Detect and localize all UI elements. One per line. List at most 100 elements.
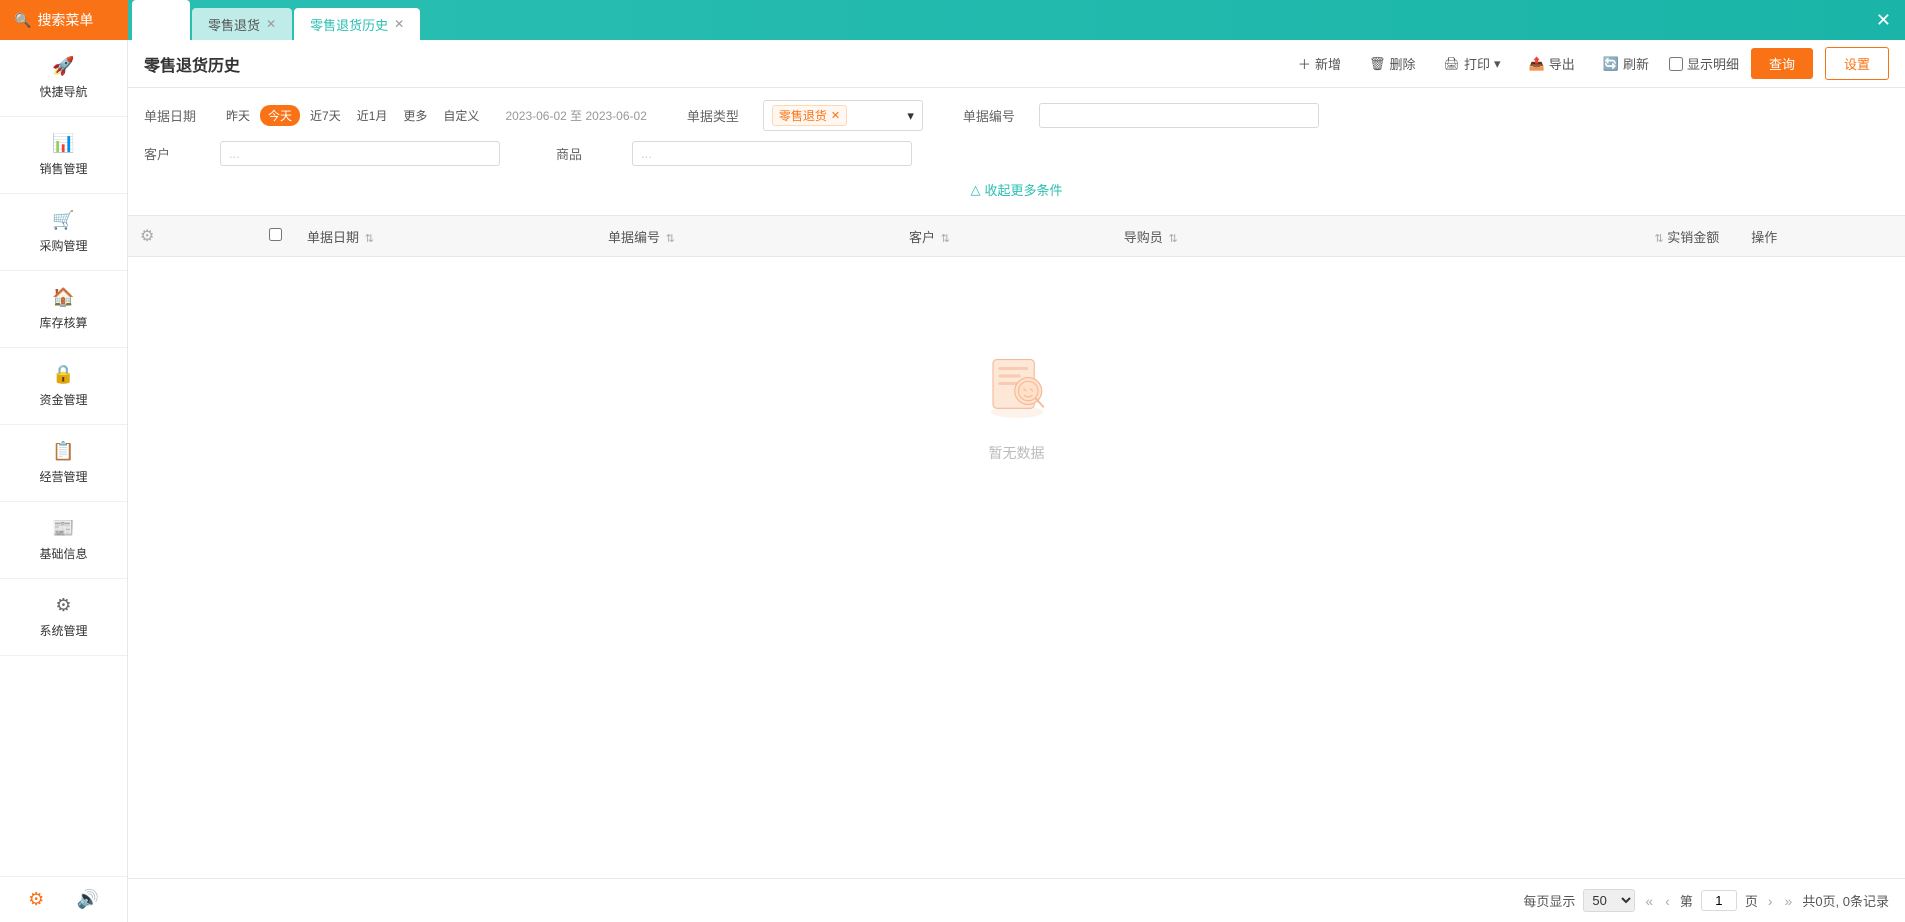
export-icon: 📤 (1529, 56, 1545, 72)
collapse-btn[interactable]: △ 收起更多条件 (144, 176, 1889, 203)
tab-retail-return-close[interactable]: ✕ (266, 17, 276, 31)
show-detail-label: 显示明细 (1669, 54, 1739, 73)
sidebar-item-sales[interactable]: 📊 销售管理 (0, 117, 127, 194)
date-filter-label: 单据日期 (144, 106, 204, 125)
sort-customer-icon: ⇅ (941, 233, 950, 245)
table-col-doc-date-label: 单据日期 (307, 230, 359, 245)
sidebar-item-operations[interactable]: 📋 经营管理 (0, 425, 127, 502)
show-detail-checkbox[interactable] (1669, 57, 1683, 71)
next-page-btn[interactable]: › (1766, 893, 1775, 909)
select-all-checkbox[interactable] (269, 228, 282, 241)
page-size-select[interactable]: 50 100 200 (1583, 889, 1635, 912)
table-header-row: ⚙ 单据日期 ⇅ 单据编号 ⇅ 客户 (128, 216, 1905, 257)
prev-page-btn[interactable]: ‹ (1663, 893, 1672, 909)
date-range-display: 2023-06-02 至 2023-06-02 (505, 107, 646, 124)
date-btn-more[interactable]: 更多 (397, 105, 433, 126)
doc-type-tag-label: 零售退货 (779, 107, 827, 124)
page-actions: ＋ 新增 🗑 删除 🖨 打印 ▾ 📤 导出 🔄 (1290, 47, 1889, 80)
page-unit-label: 页 (1745, 891, 1758, 910)
set-btn[interactable]: 设置 (1825, 47, 1889, 80)
table-col-customer[interactable]: 客户 ⇅ (897, 216, 1112, 257)
goods-input[interactable]: ... (632, 141, 912, 166)
goods-filter-label: 商品 (556, 144, 616, 163)
tab-home-label: 首页 (148, 11, 174, 30)
date-btn-yesterday[interactable]: 昨天 (220, 105, 256, 126)
doc-no-input[interactable] (1039, 103, 1319, 128)
finance-icon: 🔒 (52, 364, 74, 385)
customer-input[interactable]: ... (220, 141, 500, 166)
main-layout: 🚀 快捷导航 📊 销售管理 🛒 采购管理 🏠 库存核算 🔒 资金管理 📋 经营管… (0, 40, 1905, 922)
volume-icon[interactable]: 🔊 (76, 889, 98, 910)
customer-placeholder: ... (229, 146, 491, 161)
data-table: ⚙ 单据日期 ⇅ 单据编号 ⇅ 客户 (128, 216, 1905, 257)
sort-doc-no-icon: ⇅ (666, 233, 675, 245)
collapse-icon: △ (970, 182, 980, 198)
date-btn-1month[interactable]: 近1月 (351, 105, 394, 126)
sidebar-item-basic-info[interactable]: 📰 基础信息 (0, 502, 127, 579)
table-col-doc-no[interactable]: 单据编号 ⇅ (596, 216, 897, 257)
sidebar-item-inventory-label: 库存核算 (39, 314, 87, 331)
table-col-guide[interactable]: 导购员 ⇅ (1112, 216, 1412, 257)
top-bar: 🔍 搜索菜单 首页 零售退货 ✕ 零售退货历史 ✕ ✕ (0, 0, 1905, 40)
sidebar-bottom: ⚙ 🔊 (0, 876, 127, 922)
sidebar-item-sales-label: 销售管理 (39, 160, 87, 177)
search-menu-btn[interactable]: 🔍 搜索菜单 (0, 0, 128, 40)
sort-guide-icon: ⇅ (1168, 233, 1177, 245)
sales-icon: 📊 (52, 133, 74, 154)
sidebar-item-purchase[interactable]: 🛒 采购管理 (0, 194, 127, 271)
collapse-label: 收起更多条件 (984, 180, 1062, 199)
sidebar-item-inventory[interactable]: 🏠 库存核算 (0, 271, 127, 348)
tab-retail-return-history-label: 零售退货历史 (310, 15, 388, 34)
sort-doc-date-icon: ⇅ (365, 233, 374, 245)
new-btn[interactable]: ＋ 新增 (1290, 50, 1349, 77)
last-page-btn[interactable]: » (1783, 893, 1795, 909)
print-btn[interactable]: 🖨 打印 ▾ (1435, 50, 1508, 77)
table-col-doc-date[interactable]: 单据日期 ⇅ (295, 216, 596, 257)
delete-btn[interactable]: 🗑 删除 (1361, 50, 1424, 77)
doc-type-select[interactable]: 零售退货 ✕ ▾ (763, 100, 923, 131)
tab-retail-return-history[interactable]: 零售退货历史 ✕ (294, 8, 420, 40)
tab-list: 首页 零售退货 ✕ 零售退货历史 ✕ (128, 0, 1862, 40)
goods-placeholder: ... (641, 146, 903, 161)
doc-type-dropdown-icon: ▾ (907, 108, 914, 124)
date-btn-custom[interactable]: 自定义 (437, 105, 485, 126)
tab-home[interactable]: 首页 (132, 0, 190, 40)
date-quick-btns: 昨天 今天 近7天 近1月 更多 自定义 (220, 105, 485, 126)
delete-icon: 🗑 (1369, 56, 1386, 72)
window-close-btn[interactable]: ✕ (1862, 10, 1905, 31)
customer-filter-label: 客户 (144, 144, 204, 163)
sidebar-item-quick-nav[interactable]: 🚀 快捷导航 (0, 40, 127, 117)
sidebar-item-quick-nav-label: 快捷导航 (39, 83, 87, 100)
empty-state: 暂无数据 (128, 257, 1905, 543)
tab-retail-return-label: 零售退货 (208, 15, 260, 34)
first-page-btn[interactable]: « (1643, 893, 1655, 909)
purchase-icon: 🛒 (52, 210, 74, 231)
page-number-input[interactable] (1701, 890, 1737, 911)
table-settings-col[interactable]: ⚙ (128, 216, 255, 257)
page-size-label: 每页显示 (1523, 891, 1575, 910)
sidebar-item-system[interactable]: ⚙ 系统管理 (0, 579, 127, 656)
table-col-amount-label: 实销金额 (1667, 230, 1719, 245)
sidebar: 🚀 快捷导航 📊 销售管理 🛒 采购管理 🏠 库存核算 🔒 资金管理 📋 经营管… (0, 40, 128, 922)
table-col-action: 操作 (1739, 216, 1905, 257)
inventory-icon: 🏠 (52, 287, 74, 308)
export-btn[interactable]: 📤 导出 (1521, 50, 1583, 77)
sidebar-item-finance[interactable]: 🔒 资金管理 (0, 348, 127, 425)
table-col-amount[interactable]: ⇅ 实销金额 (1412, 216, 1739, 257)
date-btn-today[interactable]: 今天 (260, 105, 300, 126)
sidebar-item-purchase-label: 采购管理 (39, 237, 87, 254)
basic-info-icon: 📰 (52, 518, 74, 539)
query-btn[interactable]: 查询 (1751, 48, 1813, 79)
tab-retail-return[interactable]: 零售退货 ✕ (192, 8, 292, 40)
table-container: ⚙ 单据日期 ⇅ 单据编号 ⇅ 客户 (128, 216, 1905, 878)
doc-type-filter-label: 单据类型 (687, 106, 747, 125)
refresh-btn[interactable]: 🔄 刷新 (1595, 50, 1657, 77)
refresh-icon: 🔄 (1603, 56, 1619, 72)
date-btn-7days[interactable]: 近7天 (304, 105, 347, 126)
search-icon: 🔍 (14, 12, 31, 29)
print-label: 打印 (1464, 54, 1490, 73)
doc-type-tag-close[interactable]: ✕ (831, 109, 840, 122)
empty-text: 暂无数据 (989, 443, 1045, 463)
tab-retail-return-history-close[interactable]: ✕ (394, 17, 404, 31)
settings-bottom-icon[interactable]: ⚙ (28, 889, 44, 910)
